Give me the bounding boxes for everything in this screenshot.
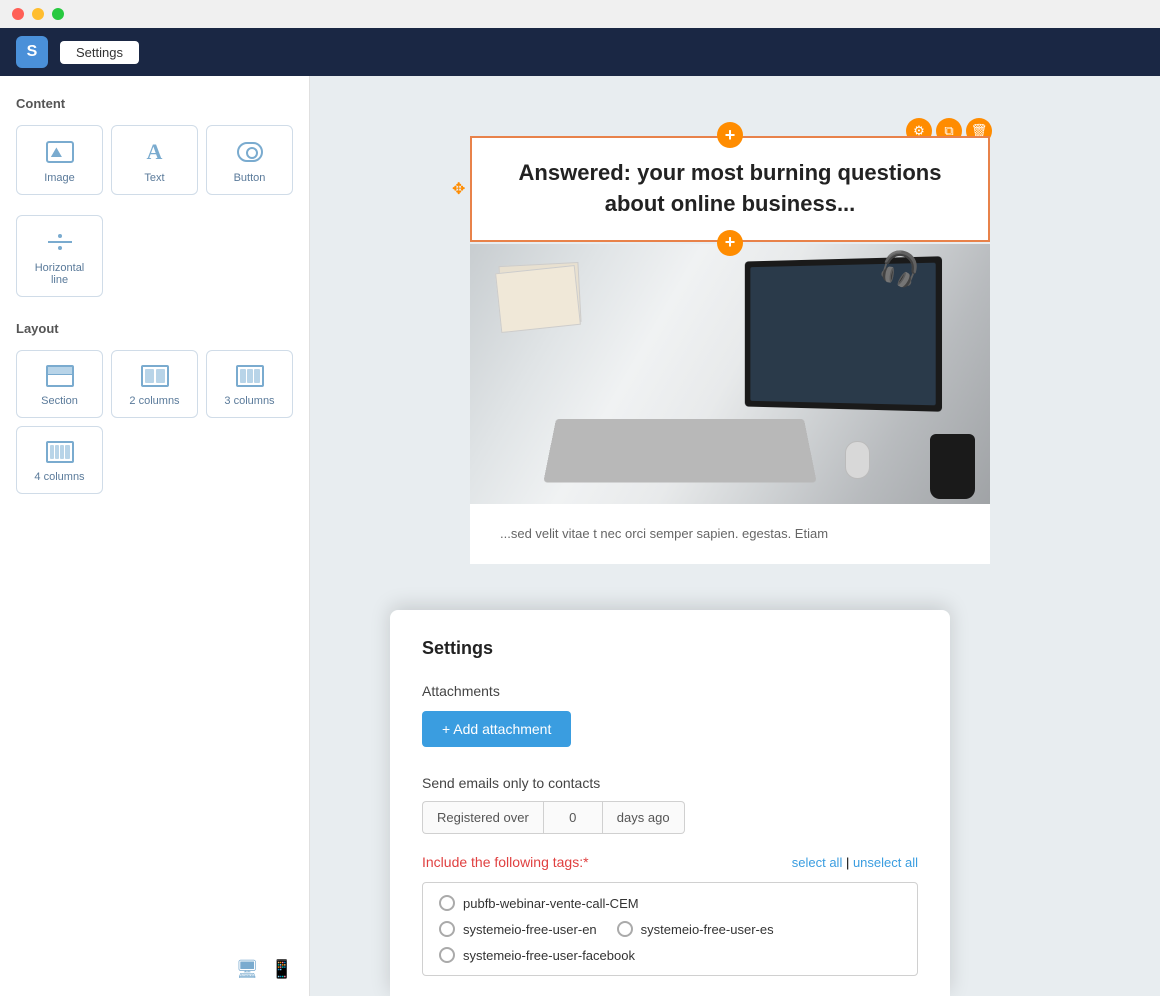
- send-emails-section: Send emails only to contacts Registered …: [422, 775, 918, 834]
- image-label: Image: [44, 172, 75, 184]
- settings-tab[interactable]: Settings: [60, 41, 139, 64]
- sidebar-item-4columns[interactable]: 4 columns: [16, 426, 103, 494]
- canvas-area: + ⚙ ⧉ 🗑 ✥ Answered: your most burning qu…: [310, 76, 1160, 996]
- tags-section: Include the following tags:* select all …: [422, 854, 918, 996]
- tag-radio-2a[interactable]: [439, 921, 455, 937]
- section-icon: [46, 365, 74, 387]
- tag-radio-1[interactable]: [439, 895, 455, 911]
- email-text-block-wrapper: + ⚙ ⧉ 🗑 ✥ Answered: your most burning qu…: [470, 136, 990, 242]
- minimize-button[interactable]: [32, 8, 44, 20]
- 2col-label: 2 columns: [129, 395, 179, 407]
- pipe-separator: |: [846, 855, 853, 870]
- 3col-icon: [236, 365, 264, 387]
- send-emails-label: Send emails only to contacts: [422, 775, 918, 791]
- sidebar-item-2columns[interactable]: 2 columns: [111, 350, 198, 418]
- section-label: Section: [41, 395, 78, 407]
- 4col-label: 4 columns: [34, 471, 84, 483]
- button-label: Button: [234, 172, 266, 184]
- fullscreen-button[interactable]: [52, 8, 64, 20]
- image-icon: [44, 140, 76, 164]
- desktop-icon[interactable]: 🖥: [236, 959, 259, 980]
- laptop-keyboard: [543, 418, 816, 482]
- unselect-all-link[interactable]: unselect all: [853, 855, 918, 870]
- registered-row: Registered over days ago: [422, 801, 918, 834]
- button-icon: [234, 140, 266, 164]
- app-header: S Settings: [0, 28, 1160, 76]
- settings-modal-title: Settings: [422, 638, 918, 659]
- 3col-label: 3 columns: [224, 395, 274, 407]
- email-text-content: ...sed velit vitae t nec orci semper sap…: [470, 504, 990, 565]
- tag-name-2a: systemeio-free-user-en: [463, 922, 597, 937]
- close-button[interactable]: [12, 8, 24, 20]
- sidebar-device-icons: 🖥 📱: [236, 959, 293, 980]
- content-grid-bottom: Horizontal line: [16, 215, 293, 297]
- sidebar-item-image[interactable]: Image: [16, 125, 103, 195]
- tags-header: Include the following tags:* select all …: [422, 854, 918, 870]
- tag-name-1: pubfb-webinar-vente-call-CEM: [463, 896, 639, 911]
- tags-actions: select all | unselect all: [792, 855, 918, 870]
- tag-item-2a: systemeio-free-user-en: [439, 921, 597, 937]
- content-section-title: Content: [16, 96, 293, 111]
- days-ago-label: days ago: [603, 801, 685, 834]
- text-icon: A: [139, 140, 171, 164]
- drag-handle[interactable]: ✥: [452, 179, 465, 199]
- layout-section-title: Layout: [16, 321, 293, 336]
- sidebar-item-text[interactable]: A Text: [111, 125, 198, 195]
- email-heading-container: Answered: your most burning questions ab…: [472, 138, 988, 240]
- tag-item-2b: systemeio-free-user-es: [617, 921, 774, 937]
- add-block-top-button[interactable]: +: [717, 122, 743, 148]
- tag-item-3: systemeio-free-user-facebook: [439, 947, 901, 963]
- tags-label: Include the following tags:*: [422, 854, 589, 870]
- tag-radio-3[interactable]: [439, 947, 455, 963]
- layout-grid: Section 2 columns 3 columns: [16, 350, 293, 418]
- email-text-block[interactable]: Answered: your most burning questions ab…: [470, 136, 990, 242]
- sidebar: Content Image A Text Button: [0, 76, 310, 996]
- add-attachment-button[interactable]: + Add attachment: [422, 711, 571, 747]
- sidebar-item-section[interactable]: Section: [16, 350, 103, 418]
- paper-stack2: [495, 265, 581, 333]
- coffee-cup: [930, 434, 975, 499]
- 4col-icon: [46, 441, 74, 463]
- tag-item: pubfb-webinar-vente-call-CEM: [439, 895, 901, 911]
- email-body-text: ...sed velit vitae t nec orci semper sap…: [500, 524, 960, 545]
- hline-icon: [44, 230, 76, 254]
- title-bar: [0, 0, 1160, 28]
- laptop-image: 🎧: [470, 244, 990, 504]
- tags-list: pubfb-webinar-vente-call-CEM systemeio-f…: [422, 882, 918, 976]
- text-label: Text: [144, 172, 164, 184]
- mouse: [845, 441, 870, 479]
- email-heading: Answered: your most burning questions ab…: [519, 160, 942, 216]
- content-grid: Image A Text Button: [16, 125, 293, 195]
- sidebar-item-button[interactable]: Button: [206, 125, 293, 195]
- tag-name-3: systemeio-free-user-facebook: [463, 948, 635, 963]
- tag-radio-2b[interactable]: [617, 921, 633, 937]
- laptop-simulation: 🎧: [470, 244, 990, 504]
- tag-row-2: systemeio-free-user-en systemeio-free-us…: [439, 921, 901, 937]
- registered-over-label: Registered over: [422, 801, 543, 834]
- layout-grid-row2: 4 columns: [16, 426, 293, 494]
- attachments-label: Attachments: [422, 683, 918, 699]
- settings-modal: Settings Attachments + Add attachment Se…: [390, 610, 950, 996]
- hline-label: Horizontal line: [25, 262, 94, 286]
- tag-name-2b: systemeio-free-user-es: [641, 922, 774, 937]
- select-all-link[interactable]: select all: [792, 855, 843, 870]
- app-logo: S: [16, 36, 48, 68]
- add-block-bottom-button[interactable]: +: [717, 230, 743, 256]
- 2col-icon: [141, 365, 169, 387]
- sidebar-item-hline[interactable]: Horizontal line: [16, 215, 103, 297]
- mobile-icon[interactable]: 📱: [271, 959, 293, 980]
- main-layout: Content Image A Text Button: [0, 76, 1160, 996]
- days-value-input[interactable]: [543, 801, 603, 834]
- sidebar-item-3columns[interactable]: 3 columns: [206, 350, 293, 418]
